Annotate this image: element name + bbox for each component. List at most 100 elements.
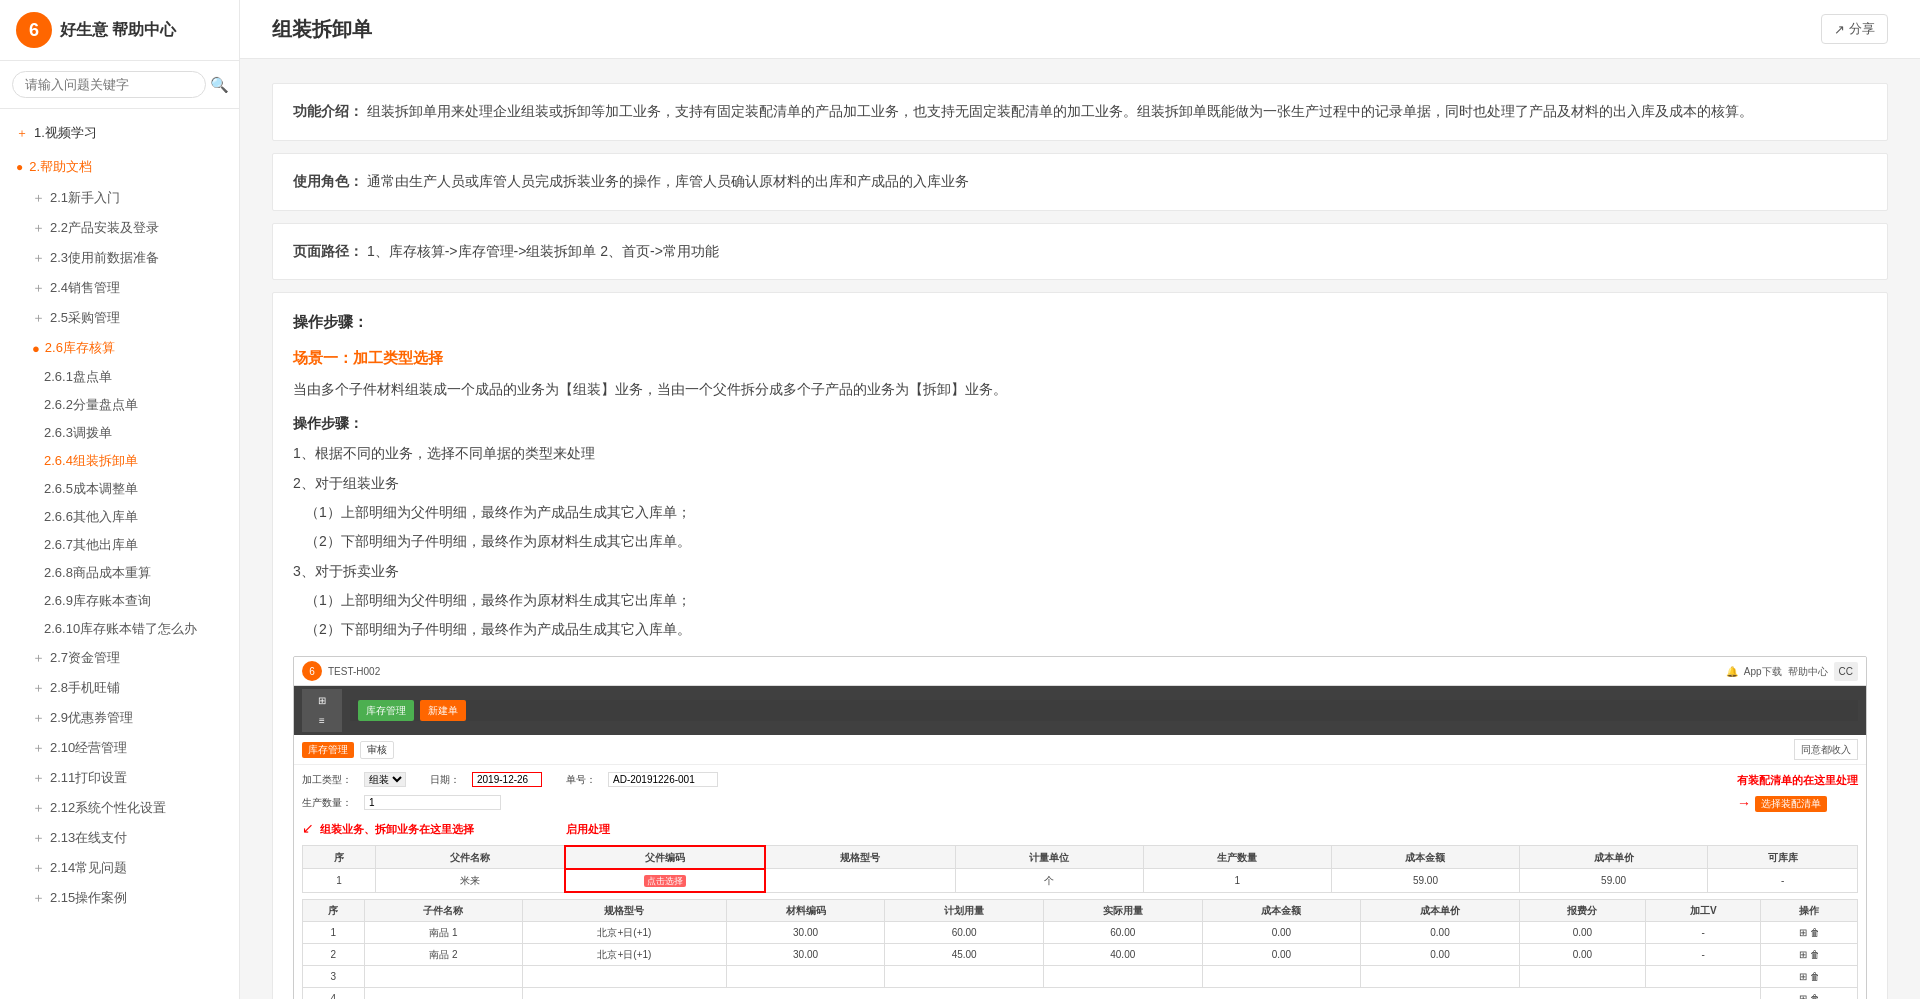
sidebar-header: 6 好生意 帮助中心 xyxy=(0,0,239,61)
sidebar-item-coupon[interactable]: ＋ 2.9优惠券管理 xyxy=(0,703,239,733)
mock-icon-help: 帮助中心 xyxy=(1788,663,1828,680)
intro-text: 组装拆卸单用来处理企业组装或拆卸等加工业务，支持有固定装配清单的产品加工业务，也… xyxy=(367,103,1753,119)
mock-select-type[interactable]: 组装拆卸 xyxy=(364,772,406,787)
sidebar-item-settings[interactable]: ＋ 2.12系统个性化设置 xyxy=(0,793,239,823)
mock-sub-th-planqty: 计划用量 xyxy=(885,900,1044,922)
role-label: 使用角色： xyxy=(293,173,363,189)
sidebar-item-operations[interactable]: ＋ 2.10经营管理 xyxy=(0,733,239,763)
sidebar-item-prepare[interactable]: ＋ 2.3使用前数据准备 xyxy=(0,243,239,273)
mock-body: 加工类型： 组装拆卸 日期： 单号： 有装配清单的在这里处理 xyxy=(294,765,1866,999)
search-input[interactable] xyxy=(12,71,206,98)
sidebar-item-finance[interactable]: ＋ 2.7资金管理 xyxy=(0,643,239,673)
mock-label-no: 单号： xyxy=(566,771,596,788)
path-card: 页面路径： 1、库存核算->库存管理->组装拆卸单 2、首页->常用功能 xyxy=(272,223,1888,281)
mock-form-area: 加工类型： 组装拆卸 日期： 单号： 有装配清单的在这里处理 xyxy=(302,771,1858,788)
mock-sub-th-waste: 报费分 xyxy=(1519,900,1645,922)
mock-input-no[interactable] xyxy=(608,772,718,787)
mock-th-spec: 规格型号 xyxy=(765,846,955,869)
sidebar-item-purchase[interactable]: ＋ 2.5采购管理 xyxy=(0,303,239,333)
mock-child-row-3: 3 ⊞ 🗑 xyxy=(303,966,1858,988)
plus-icon-print: ＋ xyxy=(32,769,45,787)
mock-btn-checklist[interactable]: 同意都收入 xyxy=(1794,739,1858,760)
plus-icon-purchase: ＋ xyxy=(32,309,45,327)
mock-topbar: 6 TEST-H002 🔔 App下载 帮助中心 CC xyxy=(294,657,1866,686)
mock-child-row-1: 1南品 1 北京+日(+1)30.00 60.0060.00 0.000.00 … xyxy=(303,922,1858,944)
ops-steps-title: 操作步骤： xyxy=(293,412,1867,436)
mock-input-date[interactable] xyxy=(472,772,542,787)
mock-form-row-2: 生产数量： xyxy=(302,794,1858,811)
sidebar-item-assembly[interactable]: 2.6.4组装拆卸单 xyxy=(0,447,239,475)
mock-td-avail1: - xyxy=(1708,869,1858,892)
share-button[interactable]: ↗ 分享 xyxy=(1821,14,1888,44)
sidebar-docs-children: ＋ 2.1新手入门 ＋ 2.2产品安装及登录 ＋ 2.3使用前数据准备 ＋ 2.… xyxy=(0,183,239,913)
plus-icon-sales: ＋ xyxy=(32,279,45,297)
sidebar-item-other-out[interactable]: 2.6.7其他出库单 xyxy=(0,531,239,559)
mock-nav: ⊞ ≡ 库存管理 新建单 xyxy=(294,686,1866,735)
mock-sub-th-name: 子件名称 xyxy=(364,900,523,922)
logo-icon: 6 xyxy=(16,12,52,48)
mock-sub-th-costunit: 成本单价 xyxy=(1361,900,1520,922)
sidebar-item-faq[interactable]: ＋ 2.14常见问题 xyxy=(0,853,239,883)
page-title: 组装拆卸单 xyxy=(272,16,372,43)
plus-icon-finance: ＋ xyxy=(32,649,45,667)
arrow-down-icon: ↙ xyxy=(302,817,314,841)
sidebar-item-cost-adjust[interactable]: 2.6.5成本调整单 xyxy=(0,475,239,503)
mock-btn-bom[interactable]: 选择装配清单 xyxy=(1755,796,1827,812)
step1: 1、根据不同的业务，选择不同单据的类型来处理 xyxy=(293,442,1867,466)
mock-th-seq: 序 xyxy=(303,846,376,869)
sidebar-item-cases[interactable]: ＋ 2.15操作案例 xyxy=(0,883,239,913)
main-content: 功能介绍： 组装拆卸单用来处理企业组装或拆卸等加工业务，支持有固定装配清单的产品… xyxy=(240,59,1920,999)
sidebar-item-transfer[interactable]: 2.6.3调拨单 xyxy=(0,419,239,447)
plus-icon-coupon: ＋ xyxy=(32,709,45,727)
sidebar-item-video-label: 1.视频学习 xyxy=(34,124,97,142)
step2-sub2: （2）下部明细为子件明细，最终作为原材料生成其它出库单。 xyxy=(305,529,1867,554)
minus-icon-inv: ● xyxy=(32,341,40,356)
intro-card: 功能介绍： 组装拆卸单用来处理企业组装或拆卸等加工业务，支持有固定装配清单的产品… xyxy=(272,83,1888,141)
mock-th-cost-unit: 成本单价 xyxy=(1520,846,1708,869)
mock-btn-approve[interactable]: 审核 xyxy=(360,741,394,759)
plus-icon-cases: ＋ xyxy=(32,889,45,907)
sidebar-item-newbie[interactable]: ＋ 2.1新手入门 xyxy=(0,183,239,213)
sidebar-item-sales[interactable]: ＋ 2.4销售管理 xyxy=(0,273,239,303)
step3-sub1: （1）上部明细为父件明细，最终作为原材料生成其它出库单； xyxy=(305,588,1867,613)
sidebar-item-inventory[interactable]: ● 2.6库存核算 xyxy=(0,333,239,363)
mock-sub-th-actualqty: 实际用量 xyxy=(1043,900,1202,922)
sidebar-item-payment[interactable]: ＋ 2.13在线支付 xyxy=(0,823,239,853)
sidebar-item-mobile[interactable]: ＋ 2.8手机旺铺 xyxy=(0,673,239,703)
search-box: 🔍 xyxy=(0,61,239,109)
mock-sidebar-icons: ⊞ ≡ xyxy=(302,689,342,732)
mock-input-qty[interactable] xyxy=(364,795,501,810)
sidebar-item-ledger-fix[interactable]: 2.6.10库存账本错了怎么办 xyxy=(0,615,239,643)
plus-icon-payment: ＋ xyxy=(32,829,45,847)
mock-toolbar: 库存管理 审核 同意都收入 xyxy=(294,735,1866,765)
path-label: 页面路径： xyxy=(293,243,363,259)
plus-icon-faq: ＋ xyxy=(32,859,45,877)
mock-user: CC xyxy=(1834,662,1858,681)
path-text: 1、库存核算->库存管理->组装拆卸单 2、首页->常用功能 xyxy=(367,243,719,259)
step2-sub1: （1）上部明细为父件明细，最终作为产成品生成其它入库单； xyxy=(305,500,1867,525)
mock-home-icon: ⊞ xyxy=(318,692,326,709)
sidebar-item-docs[interactable]: ● 2.帮助文档 xyxy=(0,151,239,183)
mock-label-type: 加工类型： xyxy=(302,771,352,788)
mock-btn-save[interactable]: 库存管理 xyxy=(302,742,354,758)
mock-th-unit: 计量单位 xyxy=(955,846,1143,869)
sidebar-item-video[interactable]: ＋ 1.视频学习 xyxy=(0,117,239,149)
mock-sub-th-ops: 操作 xyxy=(1761,900,1858,922)
mock-label-qty: 生产数量： xyxy=(302,794,352,811)
sidebar-item-cost-recalc[interactable]: 2.6.8商品成本重算 xyxy=(0,559,239,587)
sidebar-item-partial-stocktake[interactable]: 2.6.2分量盘点单 xyxy=(0,391,239,419)
mock-annotation3-row: ↙ 组装业务、拆卸业务在这里选择 启用处理 xyxy=(302,817,1858,841)
mock-th-available: 可库库 xyxy=(1708,846,1858,869)
mock-annotation-area: 有装配清单的在这里处理 → 选择装配清单 xyxy=(1737,771,1858,815)
sidebar-item-print[interactable]: ＋ 2.11打印设置 xyxy=(0,763,239,793)
search-button[interactable]: 🔍 xyxy=(210,76,229,94)
mock-sub-th-seq: 序 xyxy=(303,900,365,922)
annotation-3: 组装业务、拆卸业务在这里选择 xyxy=(320,820,474,839)
sidebar-item-stocktake[interactable]: 2.6.1盘点单 xyxy=(0,363,239,391)
sidebar-item-ledger-query[interactable]: 2.6.9库存账本查询 xyxy=(0,587,239,615)
mock-th-prod-qty: 生产数量 xyxy=(1143,846,1331,869)
sidebar-item-install[interactable]: ＋ 2.2产品安装及登录 xyxy=(0,213,239,243)
sidebar-item-other-in[interactable]: 2.6.6其他入库单 xyxy=(0,503,239,531)
mock-sub-th-code: 材料编码 xyxy=(726,900,885,922)
sidebar: 6 好生意 帮助中心 🔍 ＋ 1.视频学习 ● 2.帮助文档 ＋ 2.1新手入门 xyxy=(0,0,240,999)
